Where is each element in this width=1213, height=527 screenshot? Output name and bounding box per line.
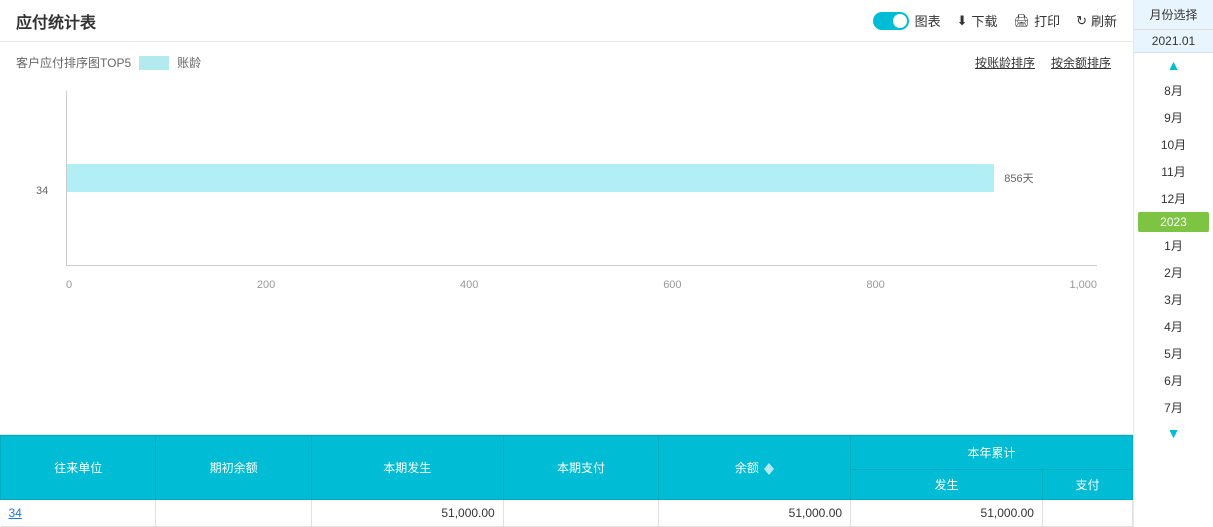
chart-legend: 客户应付排序图TOP5 账龄: [16, 54, 201, 71]
nav-month-9[interactable]: 9月: [1134, 104, 1213, 131]
sidebar-current-date: 2021.01: [1134, 30, 1213, 53]
nav-month-2[interactable]: 2月: [1134, 259, 1213, 286]
nav-month-1[interactable]: 1月: [1134, 232, 1213, 259]
x-label-600: 600: [663, 279, 681, 291]
nav-up-arrow[interactable]: ▲: [1134, 53, 1213, 77]
download-icon: ⬇: [957, 13, 968, 29]
sidebar-nav: ▲ 8月 9月 10月 11月 12月 2023 1月 2月 3月 4月 5月 …: [1134, 53, 1213, 527]
legend-box: [139, 56, 169, 70]
nav-month-8[interactable]: 8月: [1134, 77, 1213, 104]
nav-month-3[interactable]: 3月: [1134, 286, 1213, 313]
col-opening-header: 期初余额: [156, 436, 311, 500]
month-sidebar: 月份选择 2021.01 ▲ 8月 9月 10月 11月 12月 2023 1月…: [1133, 0, 1213, 527]
col-ytd-payment-header: 支付: [1042, 470, 1132, 500]
col-current-amount-header: 本期发生: [311, 436, 503, 500]
cell-current-payment: [503, 500, 658, 527]
bar-end-label: 856天: [1004, 170, 1033, 186]
col-ytd-header: 本年累计: [851, 436, 1133, 470]
nav-year-2023[interactable]: 2023: [1138, 212, 1209, 232]
x-label-800: 800: [866, 279, 884, 291]
table-header-row: 往来单位 期初余额 本期发生 本期支付 余额 本年累计: [1, 436, 1133, 470]
print-button[interactable]: 🖨 打印: [1014, 11, 1061, 30]
nav-month-7[interactable]: 7月: [1134, 394, 1213, 421]
x-label-0: 0: [66, 279, 72, 291]
print-label: 打印: [1034, 11, 1060, 30]
nav-month-6[interactable]: 6月: [1134, 367, 1213, 394]
chart-header: 客户应付排序图TOP5 账龄 按账龄排序 按余额排序: [16, 52, 1117, 73]
refresh-icon: ↻: [1076, 13, 1087, 29]
legend-label1: 客户应付排序图TOP5: [16, 54, 131, 71]
bar-y-axis-label: 34: [36, 185, 48, 197]
sidebar-title: 月份选择: [1134, 0, 1213, 30]
chart-toggle-switch[interactable]: [873, 12, 909, 30]
cell-ytd-amount: 51,000.00: [851, 500, 1043, 527]
print-icon: 🖨: [1014, 13, 1031, 29]
x-label-200: 200: [257, 279, 275, 291]
download-label: 下载: [972, 11, 998, 30]
chart-area: 34 856天 0 200 400 600 800: [16, 81, 1117, 424]
nav-month-12[interactable]: 12月: [1134, 185, 1213, 212]
unit-link[interactable]: 34: [9, 506, 22, 520]
x-label-400: 400: [460, 279, 478, 291]
download-button[interactable]: ⬇ 下载: [957, 11, 998, 30]
header-actions: 图表 ⬇ 下载 🖨 打印 ↻ 刷新: [873, 11, 1117, 30]
refresh-button[interactable]: ↻ 刷新: [1076, 11, 1117, 30]
refresh-label: 刷新: [1091, 11, 1117, 30]
nav-month-4[interactable]: 4月: [1134, 313, 1213, 340]
chart-toggle-label: 图表: [915, 11, 941, 30]
col-unit-header: 往来单位: [1, 436, 156, 500]
nav-month-5[interactable]: 5月: [1134, 340, 1213, 367]
cell-unit[interactable]: 34: [1, 500, 156, 527]
cell-current-amount: 51,000.00: [311, 500, 503, 527]
sort-icon: [764, 463, 774, 475]
chart-section: 客户应付排序图TOP5 账龄 按账龄排序 按余额排序 34: [0, 42, 1133, 434]
table-section: 往来单位 期初余额 本期发生 本期支付 余额 本年累计: [0, 434, 1133, 527]
col-ytd-amount-header: 发生: [851, 470, 1043, 500]
cell-ytd-payment: [1042, 500, 1132, 527]
sort-by-amount-button[interactable]: 按余额排序: [1045, 52, 1117, 73]
data-table: 往来单位 期初余额 本期发生 本期支付 余额 本年累计: [0, 435, 1133, 527]
bar-element: [67, 164, 994, 192]
cell-opening: [156, 500, 311, 527]
cell-balance: 51,000.00: [659, 500, 851, 527]
legend-label2: 账龄: [177, 54, 201, 71]
sort-by-balance-button[interactable]: 按账龄排序: [969, 52, 1041, 73]
sort-buttons: 按账龄排序 按余额排序: [969, 52, 1117, 73]
chart-toggle-group[interactable]: 图表: [873, 11, 941, 30]
nav-month-11[interactable]: 11月: [1134, 158, 1213, 185]
nav-down-arrow[interactable]: ▼: [1134, 421, 1213, 445]
col-current-payment-header: 本期支付: [503, 436, 658, 500]
page-title: 应付统计表: [16, 9, 96, 33]
col-balance-header: 余额: [659, 436, 851, 500]
x-label-1000: 1,000: [1069, 279, 1097, 291]
nav-month-10[interactable]: 10月: [1134, 131, 1213, 158]
table-row: 34 51,000.00 51,000.00 51,000.00: [1, 500, 1133, 527]
